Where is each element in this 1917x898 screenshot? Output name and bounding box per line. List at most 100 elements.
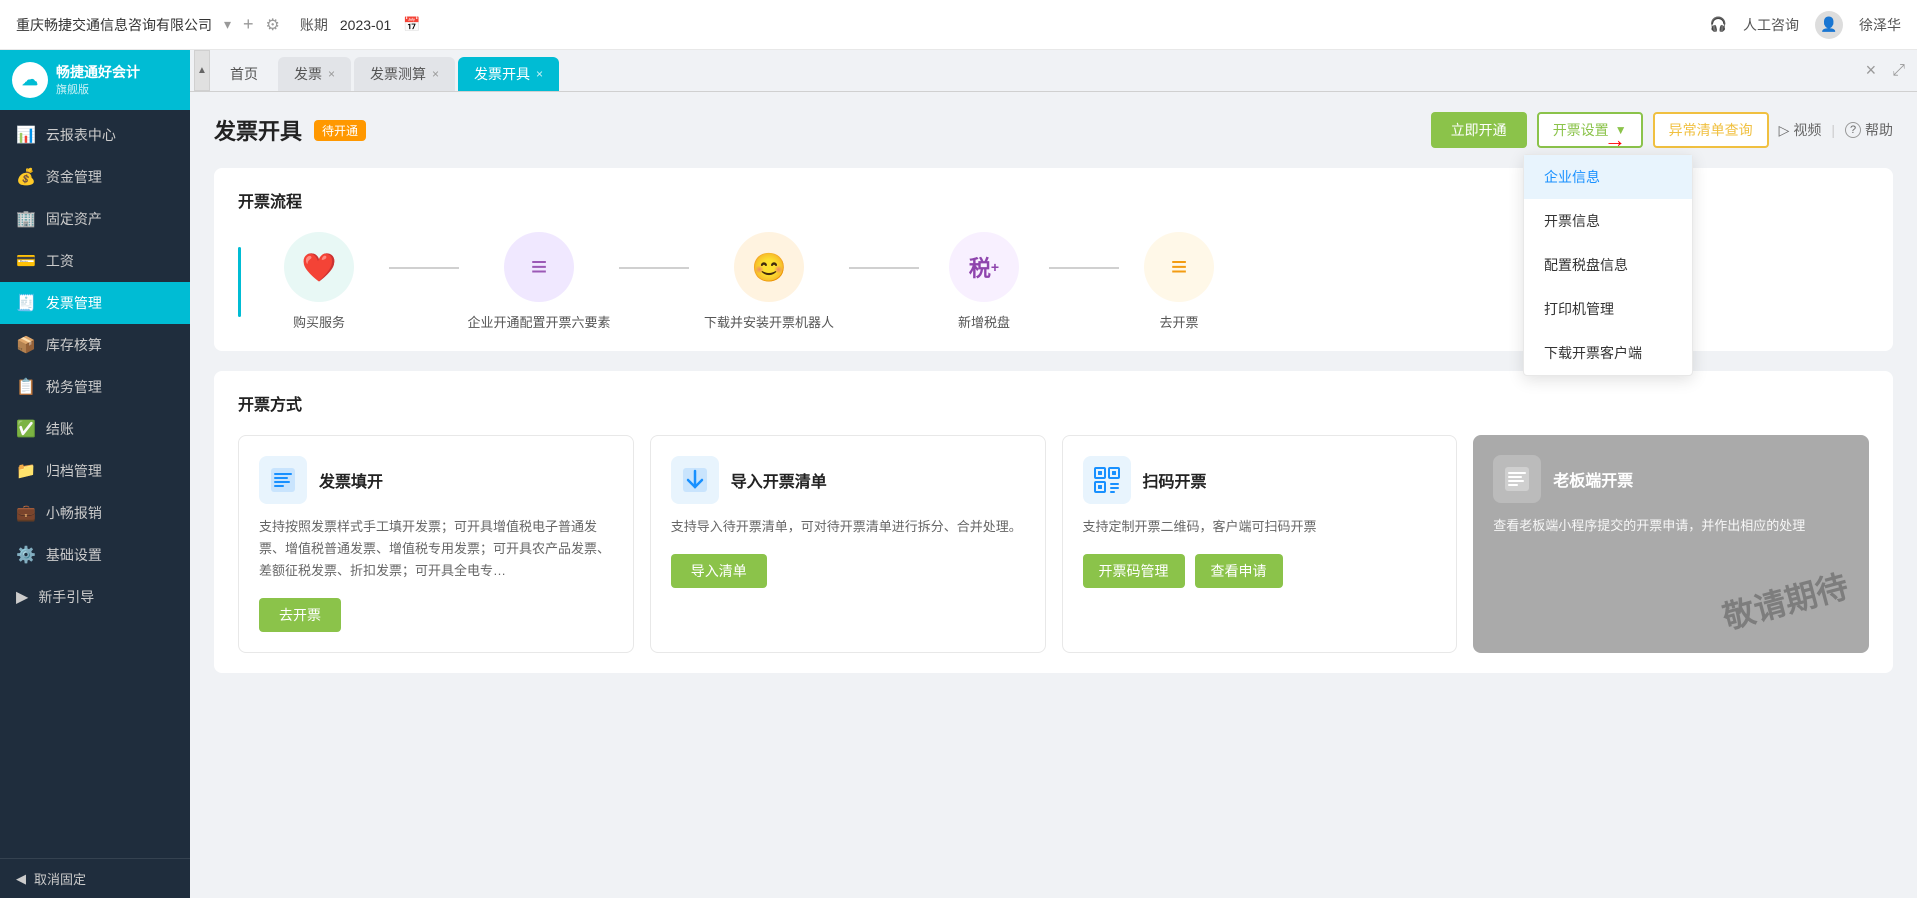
dropdown-item-dayinjiguanli[interactable]: 打印机管理: [1524, 287, 1692, 331]
shuiwu-icon: 📋: [16, 377, 36, 397]
sidebar-label-jiezhang: 结账: [46, 419, 74, 439]
help-button[interactable]: ? 帮助: [1845, 120, 1893, 140]
jichushezhi-icon: ⚙️: [16, 545, 36, 565]
method-card-scan: 扫码开票 支持定制开票二维码，客户端可扫码开票 开票码管理 查看申请: [1062, 435, 1458, 653]
help-label: 帮助: [1865, 120, 1893, 140]
tab-home-label: 首页: [230, 64, 258, 84]
sidebar-label-xinshouyin: 新手引导: [38, 587, 94, 607]
video-button[interactable]: ▷ 视频: [1779, 120, 1822, 140]
sidebar-item-xinshouyin[interactable]: ▶ 新手引导: [0, 576, 190, 618]
tab-fapiao-kaiju-label: 发票开具: [474, 64, 530, 84]
status-badge: 待开通: [314, 120, 366, 141]
tab-home[interactable]: 首页: [210, 57, 278, 91]
import-desc: 支持导入待开票清单，可对待开票清单进行拆分、合并处理。: [671, 516, 1025, 538]
tab-scroll-up[interactable]: ▲: [194, 50, 210, 91]
methods-section: 开票方式: [214, 371, 1893, 673]
flow-step-qukaiPiao: ≡ 去开票: [1119, 232, 1239, 331]
flow-step-qiyekaipiao: ≡ 企业开通配置开票六要素: [459, 232, 619, 331]
gongzi-icon: 💳: [16, 251, 36, 271]
settings-dropdown-menu: → 企业信息 开票信息 配置税盘信息 打印机管理 下载开票客户端: [1523, 154, 1693, 376]
sidebar-item-gudingzichan[interactable]: 🏢 固定资产: [0, 198, 190, 240]
flow-label-xiazai: 下载并安装开票机器人: [704, 312, 834, 331]
flow-label-qukaiPiao: 去开票: [1159, 312, 1198, 331]
sidebar-label-fapiao: 发票管理: [46, 293, 102, 313]
calendar-icon[interactable]: 📅: [403, 16, 420, 33]
company-dropdown-icon[interactable]: ▾: [224, 16, 231, 33]
dropdown-item-xiazaikehuduan[interactable]: 下载开票客户端: [1524, 331, 1692, 375]
sidebar-item-yunbao[interactable]: 📊 云报表中心: [0, 114, 190, 156]
sidebar-label-jichushezhi: 基础设置: [46, 545, 102, 565]
tab-maximize[interactable]: ⤢: [1884, 62, 1913, 80]
sidebar-item-guidang[interactable]: 📁 归档管理: [0, 450, 190, 492]
fill-btn[interactable]: 去开票: [259, 598, 341, 632]
dropdown-arrow-indicator: →: [1604, 129, 1626, 151]
method-card-boss: 老板端开票 查看老板端小程序提交的开票申请，并作出相应的处理 敬请期待: [1473, 435, 1869, 653]
boss-icon: [1493, 455, 1541, 503]
dropdown-item-peizhishuipan[interactable]: 配置税盘信息: [1524, 243, 1692, 287]
user-avatar: 👤: [1815, 11, 1843, 39]
video-label: 视频: [1793, 120, 1821, 140]
fill-icon: [259, 456, 307, 504]
sidebar-item-fapiao[interactable]: 🧾 发票管理: [0, 282, 190, 324]
tab-fapiao[interactable]: 发票 ×: [278, 57, 351, 91]
sidebar-label-yunbao: 云报表中心: [46, 125, 116, 145]
flow-step-xinzeng: 税+ 新增税盘: [919, 232, 1049, 331]
page-content: 发票开具 待开通 立即开通 开票设置 ▼ 异常清单查询 ▷ 视频 |: [190, 92, 1917, 898]
boss-desc: 查看老板端小程序提交的开票申请，并作出相应的处理: [1493, 515, 1849, 537]
scan-btn2[interactable]: 查看申请: [1195, 554, 1283, 588]
boss-title: 老板端开票: [1553, 467, 1633, 491]
period-value: 2023-01: [340, 17, 391, 33]
logo-icon: ☁: [12, 62, 48, 98]
tab-fapiao-close[interactable]: ×: [328, 67, 335, 81]
header-actions: 立即开通 开票设置 ▼ 异常清单查询 ▷ 视频 | ? 帮助: [1431, 112, 1893, 148]
logo-text: 畅捷通好会计: [56, 63, 140, 81]
settings-button-label: 开票设置: [1553, 120, 1609, 140]
flow-label-xinzeng: 新增税盘: [958, 312, 1010, 331]
tab-fapiao-kaiju[interactable]: 发票开具 ×: [458, 57, 559, 91]
tab-close-all[interactable]: ×: [1858, 60, 1885, 81]
flow-step-xiazai: 😊 下载并安装开票机器人: [689, 232, 849, 331]
method-card-import: 导入开票清单 支持导入待开票清单，可对待开票清单进行拆分、合并处理。 导入清单: [650, 435, 1046, 653]
import-icon: [671, 456, 719, 504]
sidebar-bottom-label[interactable]: 取消固定: [34, 869, 86, 888]
support-label[interactable]: 人工咨询: [1743, 15, 1799, 35]
sidebar-item-kucun[interactable]: 📦 库存核算: [0, 324, 190, 366]
sidebar-label-gudingzichan: 固定资产: [46, 209, 102, 229]
sidebar-item-zijin[interactable]: 💰 资金管理: [0, 156, 190, 198]
help-icon: ?: [1845, 122, 1861, 138]
kucun-icon: 📦: [16, 335, 36, 355]
settings-icon[interactable]: ⚙: [266, 15, 280, 35]
tab-fapiao-label: 发票: [294, 64, 322, 84]
dropdown-item-kaipiaoxinxi[interactable]: 开票信息: [1524, 199, 1692, 243]
sidebar-pin-icon: ◀: [16, 871, 26, 887]
dropdown-item-qiyeinfo[interactable]: 企业信息: [1524, 155, 1692, 199]
flow-label-goumai: 购买服务: [293, 312, 345, 331]
scan-desc: 支持定制开票二维码，客户端可扫码开票: [1083, 516, 1437, 538]
sidebar-item-jiezhang[interactable]: ✅ 结账: [0, 408, 190, 450]
sidebar-item-jichushezhi[interactable]: ⚙️ 基础设置: [0, 534, 190, 576]
logo-area: ☁ 畅捷通好会计 旗舰版: [0, 50, 190, 110]
sidebar: ☁ 畅捷通好会计 旗舰版 📊 云报表中心 💰 资金管理 🏢 固定资产 💳 工资: [0, 50, 190, 898]
period-label: 账期: [300, 15, 328, 35]
settings-button[interactable]: 开票设置 ▼: [1537, 112, 1643, 148]
activate-button[interactable]: 立即开通: [1431, 112, 1527, 148]
guidang-icon: 📁: [16, 461, 36, 481]
methods-grid: 发票填开 支持按照发票样式手工填开发票；可开具增值税电子普通发票、增值税普通发票…: [238, 435, 1869, 653]
add-company-icon[interactable]: +: [243, 14, 254, 35]
import-btn[interactable]: 导入清单: [671, 554, 767, 588]
sidebar-item-gongzi[interactable]: 💳 工资: [0, 240, 190, 282]
sidebar-item-xiaochangbaoxiao[interactable]: 💼 小畅报销: [0, 492, 190, 534]
abnormal-button[interactable]: 异常清单查询: [1653, 112, 1769, 148]
top-bar-right: 🎧 人工咨询 👤 徐泽华: [1710, 11, 1901, 39]
yunbao-icon: 📊: [16, 125, 36, 145]
import-title: 导入开票清单: [731, 468, 827, 492]
tab-fapiao-kaiju-close[interactable]: ×: [536, 67, 543, 81]
tab-fapiao-cesuan[interactable]: 发票测算 ×: [354, 57, 455, 91]
scan-btn1[interactable]: 开票码管理: [1083, 554, 1185, 588]
sidebar-bottom: ◀ 取消固定: [0, 858, 190, 898]
tab-fapiao-cesuan-close[interactable]: ×: [432, 67, 439, 81]
sidebar-item-shuiwu[interactable]: 📋 税务管理: [0, 366, 190, 408]
sidebar-label-gongzi: 工资: [46, 251, 74, 271]
boss-watermark: 敬请期待: [1717, 561, 1853, 639]
sidebar-label-xiaochangbaoxiao: 小畅报销: [46, 503, 102, 523]
